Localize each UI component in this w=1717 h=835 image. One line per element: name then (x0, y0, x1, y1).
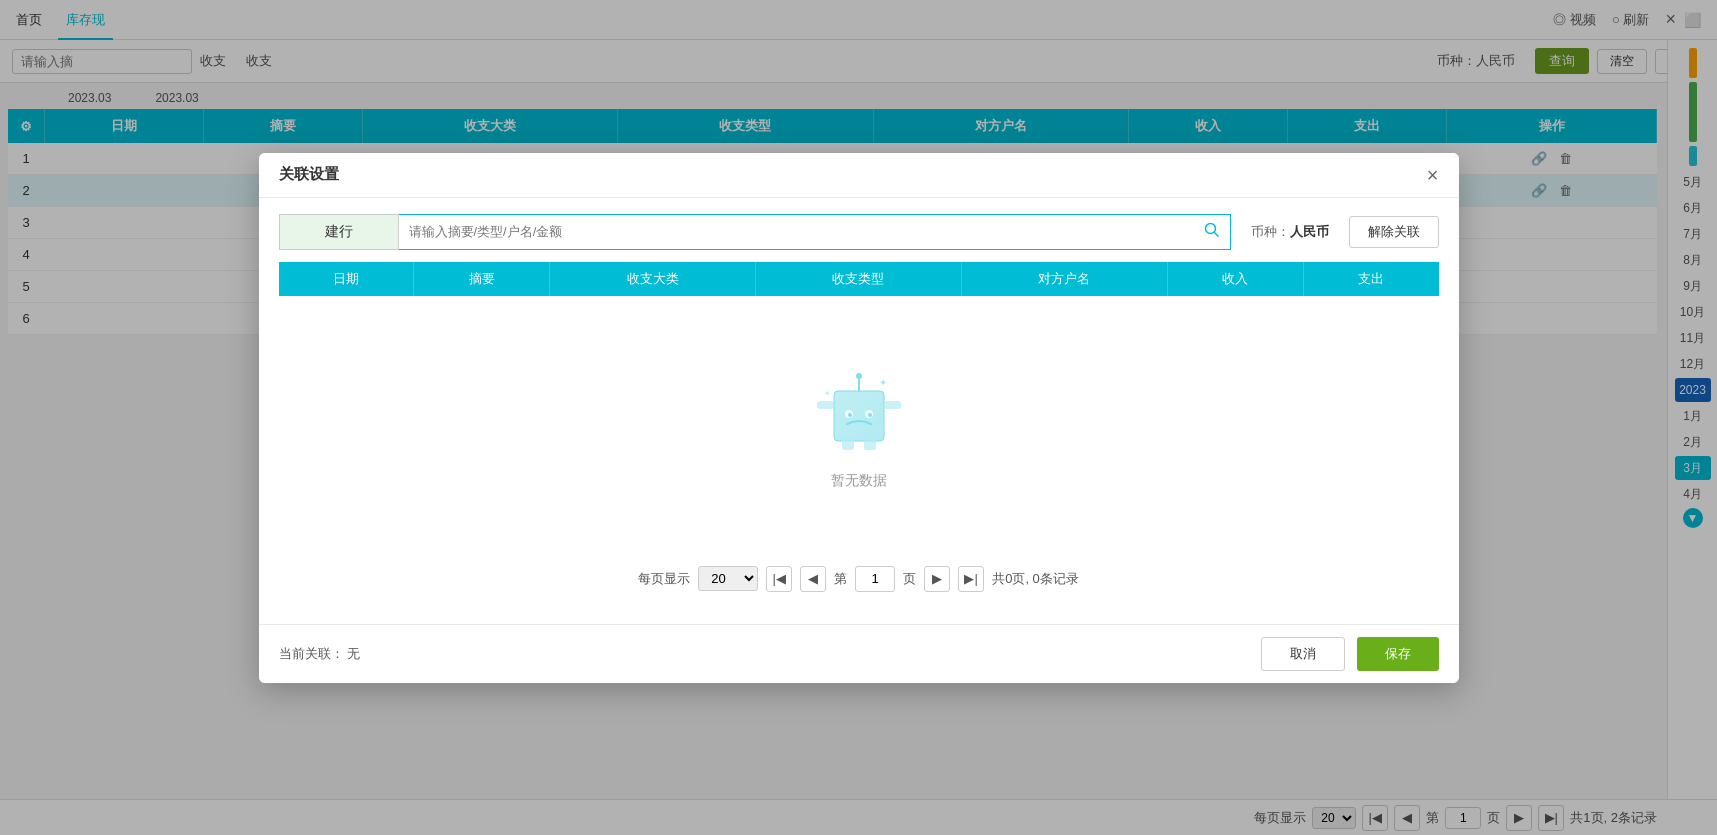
modal-first-page-btn[interactable]: |◀ (766, 566, 792, 592)
svg-rect-9 (817, 401, 834, 409)
modal-dialog: 关联设置 × 建行 币种：人民币 (259, 153, 1459, 683)
search-input-wrapper (399, 214, 1231, 250)
svg-point-5 (848, 413, 852, 417)
modal-col-summary: 摘要 (413, 262, 549, 296)
svg-rect-11 (842, 438, 854, 450)
modal-data-table: 日期 摘要 收支大类 收支类型 对方户名 收入 支出 (279, 262, 1439, 550)
modal-col-date: 日期 (279, 262, 414, 296)
modal-currency-label: 币种：人民币 (1251, 223, 1329, 241)
current-link-prefix: 当前关联： (279, 646, 344, 661)
svg-rect-2 (834, 391, 884, 441)
svg-rect-12 (864, 438, 876, 450)
svg-text:✦: ✦ (824, 389, 831, 398)
modal-next-page-btn[interactable]: ▶ (924, 566, 950, 592)
modal-empty-text: 暂无数据 (831, 472, 887, 490)
modal-footer-btns: 取消 保存 (1261, 637, 1439, 671)
svg-rect-10 (884, 401, 901, 409)
modal-search-input[interactable] (409, 224, 1204, 239)
modal-cancel-btn[interactable]: 取消 (1261, 637, 1345, 671)
modal-unlink-btn[interactable]: 解除关联 (1349, 216, 1439, 248)
svg-point-8 (856, 373, 862, 379)
modal-title: 关联设置 (279, 165, 339, 184)
current-link-value: 无 (347, 646, 360, 661)
modal-col-counterpart: 对方户名 (961, 262, 1167, 296)
modal-header: 关联设置 × (259, 153, 1459, 198)
empty-state-icon: ✦ ✦ (809, 356, 909, 456)
modal-search-btn[interactable] (1204, 222, 1220, 242)
modal-body: 建行 币种：人民币 解除关联 (259, 198, 1459, 624)
modal-empty-state: ✦ ✦ 暂无数据 (279, 296, 1439, 550)
modal-prev-page-btn[interactable]: ◀ (800, 566, 826, 592)
modal-close-btn[interactable]: × (1427, 165, 1439, 185)
currency-prefix-text: 币种： (1251, 224, 1290, 239)
modal-empty-row: ✦ ✦ 暂无数据 (279, 296, 1439, 550)
modal-footer: 当前关联： 无 取消 保存 (259, 624, 1459, 683)
svg-line-1 (1214, 232, 1218, 236)
modal-page-suffix: 页 (903, 570, 916, 588)
modal-total-text: 共0页, 0条记录 (992, 570, 1079, 588)
modal-col-type: 收支类型 (756, 262, 962, 296)
modal-save-btn[interactable]: 保存 (1357, 637, 1439, 671)
modal-page-label: 第 (834, 570, 847, 588)
modal-pagination: 每页显示 20 50 100 |◀ ◀ 第 页 ▶ ▶| 共0页, 0条记录 (279, 550, 1439, 608)
modal-col-expense: 支出 (1303, 262, 1438, 296)
bank-tab[interactable]: 建行 (279, 214, 399, 250)
modal-overlay: 关联设置 × 建行 币种：人民币 (0, 0, 1717, 835)
currency-value-text: 人民币 (1290, 224, 1329, 239)
modal-last-page-btn[interactable]: ▶| (958, 566, 984, 592)
bank-search-row: 建行 币种：人民币 解除关联 (279, 214, 1439, 250)
modal-page-num-input[interactable] (855, 566, 895, 592)
modal-col-category: 收支大类 (550, 262, 756, 296)
svg-point-6 (868, 413, 872, 417)
modal-page-size-select[interactable]: 20 50 100 (698, 566, 758, 591)
modal-page-size-label: 每页显示 (638, 570, 690, 588)
svg-text:✦: ✦ (879, 377, 887, 388)
modal-col-income: 收入 (1167, 262, 1303, 296)
current-link-info: 当前关联： 无 (279, 645, 361, 663)
